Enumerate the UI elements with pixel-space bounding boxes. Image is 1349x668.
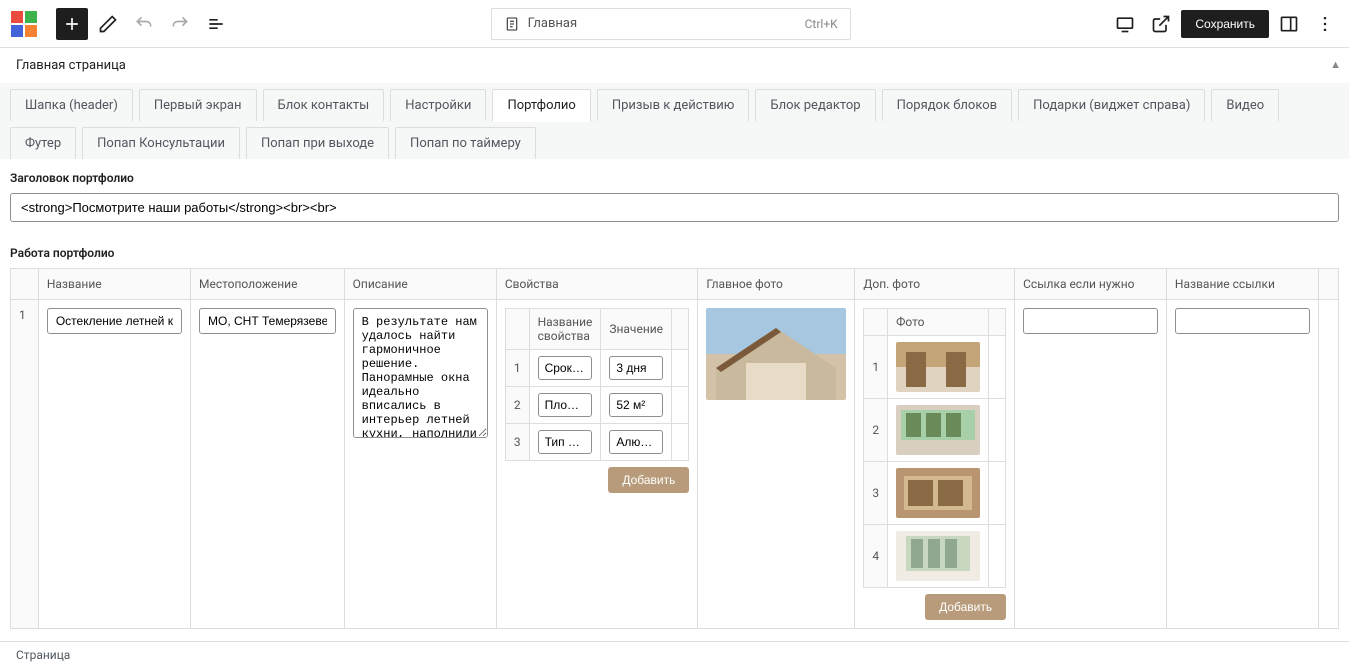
- prop-name-input[interactable]: [538, 356, 592, 380]
- tab-видео[interactable]: Видео: [1211, 89, 1279, 121]
- tab-блок-контакты[interactable]: Блок контакты: [263, 89, 385, 121]
- prop-name-input[interactable]: [538, 393, 592, 417]
- photo-thumbnail[interactable]: [896, 531, 980, 581]
- redo-button[interactable]: [164, 8, 196, 40]
- photo-row-num: 1: [864, 336, 888, 399]
- photo-row: 4: [864, 525, 1006, 588]
- property-row: 1: [505, 350, 689, 387]
- tab-призыв-к-действию[interactable]: Призыв к действию: [597, 89, 750, 121]
- photo-row-num: 3: [864, 462, 888, 525]
- col-name: Название: [38, 269, 190, 300]
- external-link-button[interactable]: [1145, 8, 1177, 40]
- main-photo[interactable]: [706, 308, 846, 400]
- breadcrumb: Главная страница ▲: [0, 48, 1349, 83]
- col-link-name: Название ссылки: [1166, 269, 1318, 300]
- edit-button[interactable]: [92, 8, 124, 40]
- tab-попап-консультации[interactable]: Попап Консультации: [82, 127, 240, 159]
- save-button[interactable]: Сохранить: [1181, 10, 1269, 38]
- page-icon: [504, 16, 520, 32]
- col-location: Местоположение: [191, 269, 345, 300]
- tabs-container: Шапка (header)Первый экранБлок контактыН…: [10, 89, 1339, 159]
- photo-header: Фото: [888, 309, 989, 336]
- works-label: Работа портфолио: [10, 246, 1339, 260]
- tab-настройки[interactable]: Настройки: [390, 89, 486, 121]
- col-add-photo: Доп. фото: [855, 269, 1015, 300]
- preview-button[interactable]: [1109, 8, 1141, 40]
- location-input[interactable]: [199, 308, 336, 334]
- tab-попап-при-выходе[interactable]: Попап при выходе: [246, 127, 389, 159]
- prop-name-input[interactable]: [538, 430, 592, 454]
- link-name-input[interactable]: [1175, 308, 1310, 334]
- property-row: 3: [505, 424, 689, 461]
- description-textarea[interactable]: [353, 308, 488, 438]
- col-main-photo: Главное фото: [698, 269, 855, 300]
- tab-шапка-header-[interactable]: Шапка (header): [10, 89, 133, 121]
- photo-thumbnail[interactable]: [896, 342, 980, 392]
- photos-table: Фото 1234: [863, 308, 1006, 588]
- prop-name-header: Название свойства: [529, 309, 601, 350]
- page-name: Главная: [528, 16, 577, 31]
- prop-value-input[interactable]: [609, 430, 663, 454]
- photo-row-num: 2: [864, 399, 888, 462]
- col-description: Описание: [344, 269, 496, 300]
- photo-row: 3: [864, 462, 1006, 525]
- tab-футер[interactable]: Футер: [10, 127, 76, 159]
- add-block-button[interactable]: [56, 8, 88, 40]
- portfolio-title-label: Заголовок портфолио: [10, 171, 1339, 185]
- topbar: Главная Ctrl+K Сохранить: [0, 0, 1349, 48]
- footer-breadcrumb: Страница: [0, 641, 1349, 668]
- property-row: 2: [505, 387, 689, 424]
- prop-value-input[interactable]: [609, 356, 663, 380]
- works-table: Название Местоположение Описание Свойств…: [10, 268, 1339, 629]
- tab-блок-редактор[interactable]: Блок редактор: [755, 89, 875, 121]
- photo-row: 1: [864, 336, 1006, 399]
- photo-row-num: 4: [864, 525, 888, 588]
- add-property-button[interactable]: Добавить: [608, 467, 689, 493]
- col-link: Ссылка если нужно: [1015, 269, 1167, 300]
- row-number: 1: [11, 300, 39, 629]
- photo-thumbnail[interactable]: [896, 468, 980, 518]
- photo-thumbnail[interactable]: [896, 405, 980, 455]
- prop-row-num: 3: [505, 424, 529, 461]
- add-photo-button[interactable]: Добавить: [925, 594, 1006, 620]
- details-button[interactable]: [200, 8, 232, 40]
- more-button[interactable]: [1309, 8, 1341, 40]
- properties-table: Название свойства Значение 123: [505, 308, 690, 461]
- prop-value-input[interactable]: [609, 393, 663, 417]
- tab-первый-экран[interactable]: Первый экран: [139, 89, 257, 121]
- collapse-icon[interactable]: ▲: [1330, 58, 1341, 71]
- name-input[interactable]: [47, 308, 182, 334]
- link-input[interactable]: [1023, 308, 1158, 334]
- photo-row: 2: [864, 399, 1006, 462]
- tab-порядок-блоков[interactable]: Порядок блоков: [882, 89, 1013, 121]
- sidebar-toggle-button[interactable]: [1273, 8, 1305, 40]
- col-properties: Свойства: [496, 269, 698, 300]
- undo-button[interactable]: [128, 8, 160, 40]
- table-row: 1 Название свойства Значение: [11, 300, 1339, 629]
- prop-row-num: 2: [505, 387, 529, 424]
- tab-попап-по-таймеру[interactable]: Попап по таймеру: [395, 127, 536, 159]
- shortcut-label: Ctrl+K: [805, 17, 838, 31]
- prop-row-num: 1: [505, 350, 529, 387]
- tab-подарки-виджет-справа-[interactable]: Подарки (виджет справа): [1018, 89, 1205, 121]
- page-selector[interactable]: Главная Ctrl+K: [491, 8, 851, 40]
- tab-портфолио[interactable]: Портфолио: [492, 89, 590, 122]
- logo-icon: [8, 8, 40, 40]
- portfolio-title-input[interactable]: [10, 193, 1339, 222]
- prop-value-header: Значение: [601, 309, 672, 350]
